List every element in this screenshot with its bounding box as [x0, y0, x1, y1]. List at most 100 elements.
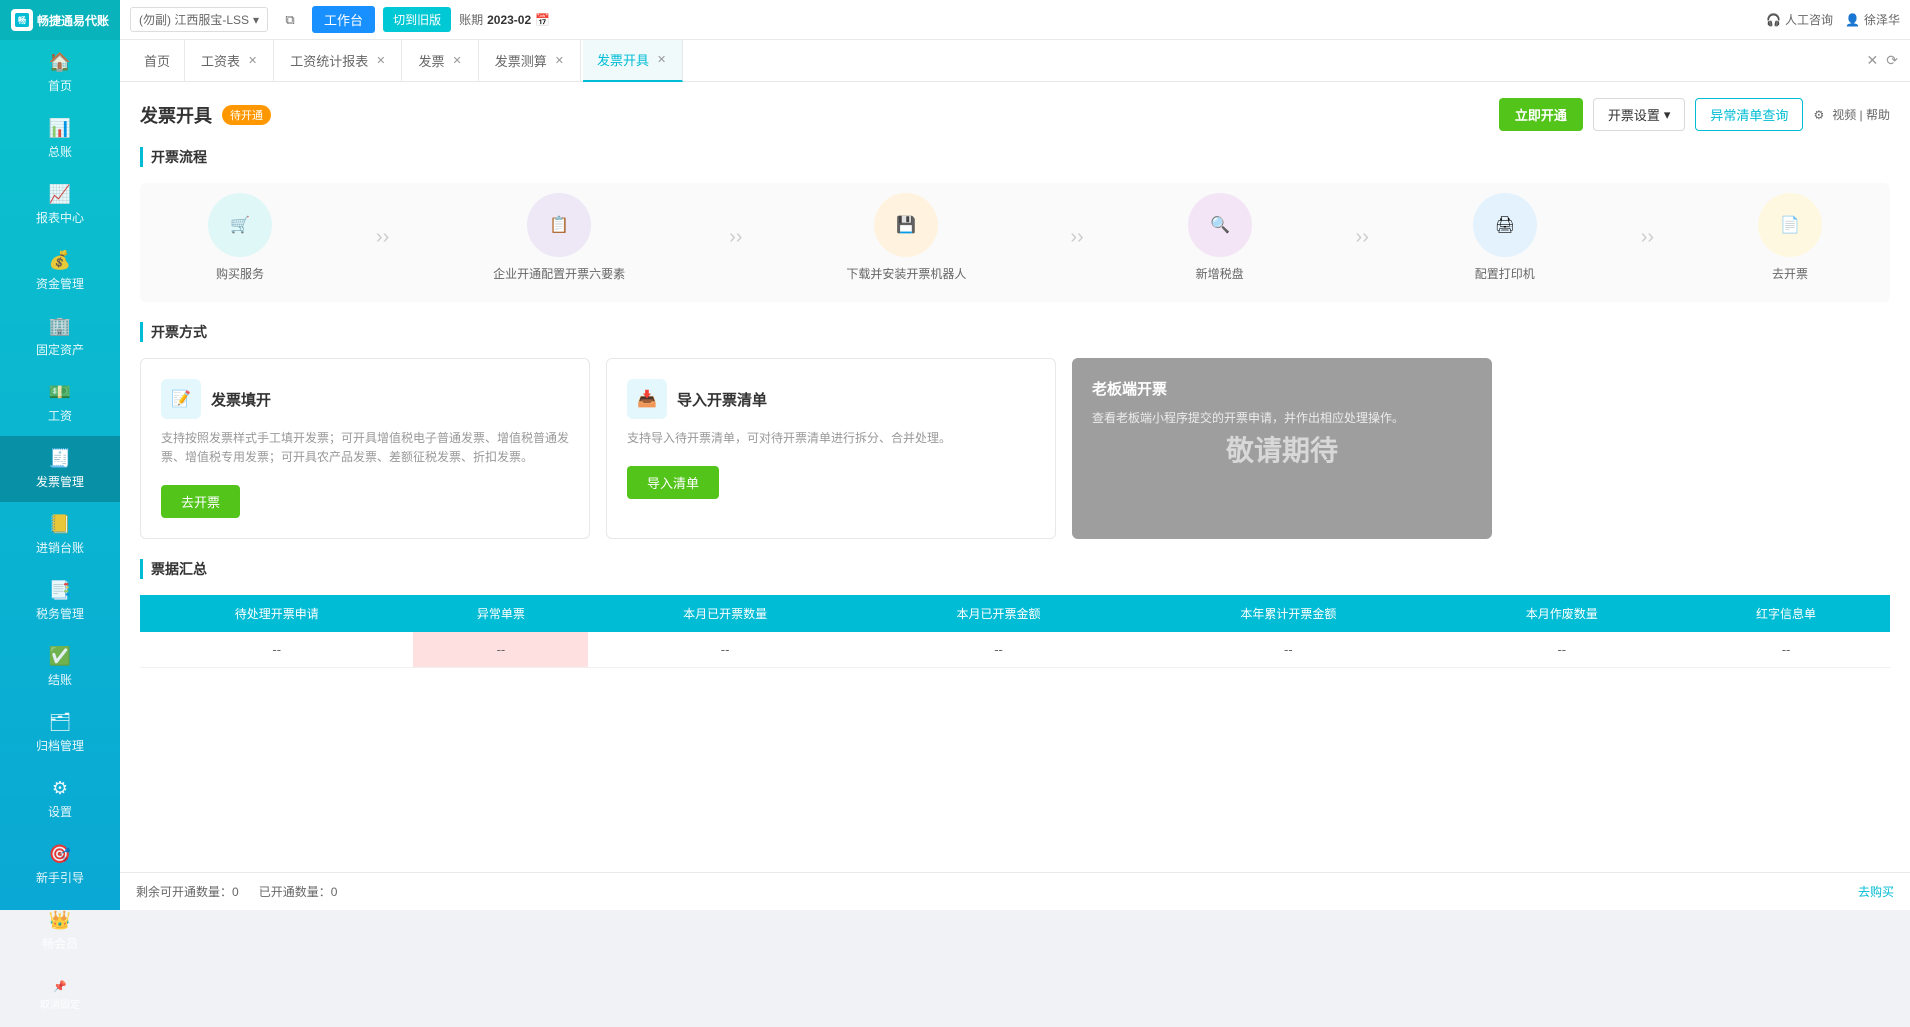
- method2-icon: 📥: [627, 379, 667, 419]
- tabbar: 首页 工资表 ✕ 工资统计报表 ✕ 发票 ✕ 发票测算 ✕ 发票开具 ✕ ✕ ⟳: [120, 40, 1910, 82]
- summary-title: 票据汇总: [140, 559, 1890, 579]
- sidebar-label-sales: 进销台账: [36, 539, 84, 556]
- tab-salary-report-label: 工资统计报表: [290, 51, 368, 70]
- support-button[interactable]: 🎧 人工咨询: [1766, 11, 1833, 28]
- sidebar-label-home: 首页: [48, 77, 72, 94]
- tab-invoice-issue[interactable]: 发票开具 ✕: [583, 40, 683, 82]
- sidebar-item-archive[interactable]: 🗂 归档管理: [0, 700, 120, 766]
- tab-invoice-close[interactable]: ✕: [451, 53, 464, 68]
- sidebar-item-assets[interactable]: 🏢 固定资产: [0, 304, 120, 370]
- user-profile[interactable]: 👤 徐泽华: [1845, 11, 1900, 28]
- sidebar-item-sales[interactable]: 📒 进销台账: [0, 502, 120, 568]
- assets-icon: 🏢: [49, 316, 71, 337]
- sidebar-label-archive: 归档管理: [36, 737, 84, 754]
- tax-icon: 📑: [49, 580, 71, 601]
- help-text: 视频 | 帮助: [1832, 106, 1890, 123]
- unpin-button[interactable]: 📌 取消固定: [0, 974, 120, 1017]
- sidebar-item-home[interactable]: 🏠 首页: [0, 40, 120, 106]
- summary-val-4: --: [1135, 632, 1441, 668]
- tab-invoice-issue-label: 发票开具: [597, 50, 649, 69]
- process-step-6: 📄 去开票: [1758, 193, 1822, 282]
- arrow-5: ››: [1641, 226, 1654, 249]
- reports-icon: 📈: [49, 184, 71, 205]
- arrow-1: ››: [376, 226, 389, 249]
- open-now-button[interactable]: 立即开通: [1499, 98, 1583, 131]
- sidebar-item-invoice[interactable]: 🧾 发票管理: [0, 436, 120, 502]
- coming-soon-text: 敬请期待: [1226, 429, 1338, 469]
- tab-invoice-calc-close[interactable]: ✕: [553, 53, 566, 68]
- step3-label: 下载并安装开票机器人: [846, 265, 966, 282]
- sidebar-item-ledger[interactable]: 📊 总账: [0, 106, 120, 172]
- process-step-2: 📋 企业开通配置开票六要素: [493, 193, 625, 282]
- tab-salary[interactable]: 工资表 ✕: [187, 40, 274, 82]
- sidebar-label-invoice: 发票管理: [36, 473, 84, 490]
- status-badge: 待开通: [222, 105, 271, 125]
- period-label: 账期: [459, 11, 483, 28]
- company-name: (勿副) 江西服宝-LSS: [139, 11, 249, 28]
- abnormal-query-button[interactable]: 异常清单查询: [1695, 98, 1803, 131]
- sidebar-item-settings[interactable]: ⚙ 设置: [0, 766, 120, 832]
- sidebar-label-salary: 工资: [48, 407, 72, 424]
- summary-header-4: 本年累计开票金额: [1135, 595, 1441, 632]
- tab-refresh-icon[interactable]: ⟳: [1886, 52, 1898, 69]
- sidebar-item-member[interactable]: 👑 畅会员: [0, 898, 120, 964]
- period-info: 账期 2023-02 📅: [459, 11, 550, 28]
- period-edit-icon[interactable]: 📅: [535, 13, 550, 27]
- tab-salary-report-close[interactable]: ✕: [374, 53, 387, 68]
- sidebar-bottom: 📌 取消固定: [0, 964, 120, 1027]
- help-icon: ⚙: [1813, 108, 1824, 122]
- tab-invoice-calc[interactable]: 发票测算 ✕: [481, 40, 581, 82]
- summary-table: 待处理开票申请 异常单票 本月已开票数量 本月已开票金额 本年累计开票金额 本月…: [140, 595, 1890, 668]
- summary-val-1: --: [413, 632, 588, 668]
- tab-close-all-icon[interactable]: ✕: [1867, 52, 1879, 69]
- process-step-5: 🖨 配置打印机: [1473, 193, 1537, 282]
- method1-button[interactable]: 去开票: [161, 485, 240, 518]
- remaining-quota: 剩余可开通数量：0: [136, 883, 239, 900]
- method2-button[interactable]: 导入清单: [627, 466, 719, 499]
- step6-icon: 📄: [1758, 193, 1822, 257]
- tab-actions: ✕ ⟳: [1867, 52, 1910, 69]
- tab-salary-close[interactable]: ✕: [246, 53, 259, 68]
- header-actions: 立即开通 开票设置 ▾ 异常清单查询 ⚙ 视频 | 帮助: [1499, 98, 1890, 131]
- guide-icon: 🎯: [49, 844, 71, 865]
- step4-label: 新增税盘: [1196, 265, 1244, 282]
- sidebar-item-funds[interactable]: 💰 资金管理: [0, 238, 120, 304]
- switch-version-button[interactable]: 切到旧版: [383, 7, 451, 32]
- summary-val-5: --: [1442, 632, 1683, 668]
- open-settings-button[interactable]: 开票设置 ▾: [1593, 98, 1686, 131]
- tab-home[interactable]: 首页: [130, 40, 185, 82]
- sales-icon: 📒: [49, 514, 71, 535]
- step5-label: 配置打印机: [1475, 265, 1535, 282]
- tab-invoice-issue-close[interactable]: ✕: [655, 52, 668, 67]
- headset-icon: 🎧: [1766, 13, 1781, 27]
- support-label: 人工咨询: [1785, 11, 1833, 28]
- process-flow: 🛒 购买服务 ›› 📋 企业开通配置开票六要素 ›› 💾 下载并安装开票机器人: [140, 183, 1890, 302]
- sidebar-item-tax[interactable]: 📑 税务管理: [0, 568, 120, 634]
- method1-name: 发票填开: [211, 389, 271, 410]
- arrow-3: ››: [1070, 226, 1083, 249]
- summary-header-3: 本月已开票金额: [862, 595, 1135, 632]
- header-help: ⚙ 视频 | 帮助: [1813, 106, 1890, 123]
- company-selector[interactable]: (勿副) 江西服宝-LSS ▾: [130, 7, 268, 32]
- buy-link[interactable]: 去购买: [1858, 883, 1894, 900]
- topbar-right: 🎧 人工咨询 👤 徐泽华: [1766, 11, 1900, 28]
- period-value: 2023-02: [487, 13, 531, 27]
- archive-icon: 🗂: [49, 712, 72, 733]
- sidebar-item-close[interactable]: ✅ 结账: [0, 634, 120, 700]
- sidebar-item-guide[interactable]: 🎯 新手引导: [0, 832, 120, 898]
- svg-text:🛒: 🛒: [230, 215, 250, 234]
- sidebar-item-salary[interactable]: 💵 工资: [0, 370, 120, 436]
- sidebar-item-reports[interactable]: 📈 报表中心: [0, 172, 120, 238]
- tab-invoice[interactable]: 发票 ✕: [404, 40, 478, 82]
- copy-icon[interactable]: ⧉: [276, 6, 304, 34]
- old-terminal-title: 老板端开票: [1092, 378, 1472, 399]
- tab-invoice-calc-label: 发票测算: [495, 51, 547, 70]
- process-step-1: 🛒 购买服务: [208, 193, 272, 282]
- logo-icon: 畅: [11, 9, 33, 31]
- summary-header-5: 本月作废数量: [1442, 595, 1683, 632]
- sidebar-label-guide: 新手引导: [36, 869, 84, 886]
- workspace-button[interactable]: 工作台: [312, 6, 375, 33]
- tab-salary-report[interactable]: 工资统计报表 ✕: [276, 40, 402, 82]
- sidebar-label-tax: 税务管理: [36, 605, 84, 622]
- tab-invoice-label: 发票: [418, 51, 444, 70]
